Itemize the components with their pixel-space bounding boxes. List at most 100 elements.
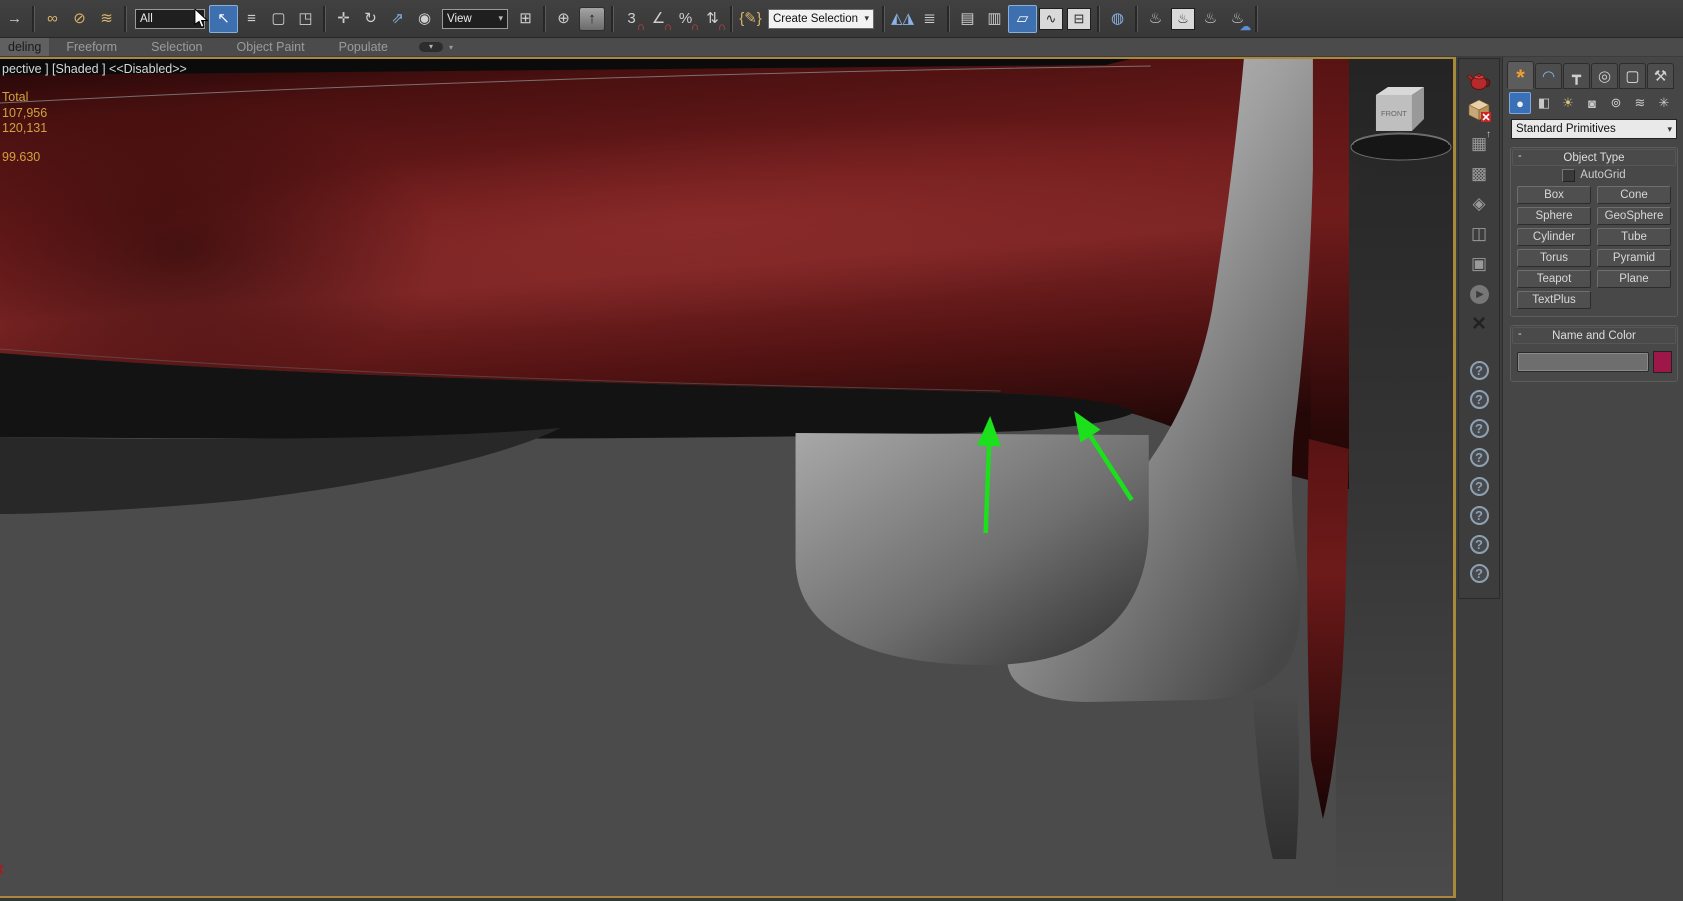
- render-setup-teapot-icon[interactable]: ♨: [1142, 6, 1169, 32]
- tab-create[interactable]: *: [1507, 61, 1534, 90]
- rectangular-selection-region-icon[interactable]: ▢: [265, 6, 292, 32]
- select-object-button[interactable]: ↖: [209, 4, 238, 33]
- select-by-name-icon[interactable]: ≡: [238, 6, 265, 32]
- cone-button[interactable]: Cone: [1597, 186, 1671, 204]
- angle-snap-icon[interactable]: ∠ ∩: [645, 6, 672, 32]
- split-panels-icon[interactable]: ◫: [1465, 219, 1493, 249]
- help-icon[interactable]: ?: [1469, 448, 1489, 467]
- viewport-label[interactable]: pective ] [Shaded ] <<Disabled>>: [2, 62, 187, 76]
- toolbar-separator: [611, 5, 614, 32]
- viewport-scene: FRONT X: [0, 59, 1453, 896]
- spinner-snap-icon[interactable]: ⇅ ∩: [699, 6, 726, 32]
- collapse-icon[interactable]: -: [1518, 328, 1522, 340]
- render-in-cloud-icon[interactable]: ♨ ☁: [1224, 6, 1251, 32]
- help-icon[interactable]: ?: [1469, 564, 1489, 583]
- snaps-toggle-3d-icon[interactable]: 3 ∩: [618, 6, 645, 32]
- pyramid-button[interactable]: Pyramid: [1597, 249, 1671, 267]
- percent-snap-icon[interactable]: % ∩: [672, 6, 699, 32]
- ribbon-tab-populate[interactable]: Populate: [322, 38, 405, 56]
- lattice-cube-icon[interactable]: ▣: [1465, 249, 1493, 279]
- material-editor-icon[interactable]: ◍: [1104, 6, 1131, 32]
- flyout-arrow-icon[interactable]: →: [1, 6, 28, 32]
- schematic-view-icon[interactable]: ⊟: [1067, 7, 1091, 30]
- ribbon-flyout-caret-icon[interactable]: ▾: [449, 43, 453, 52]
- layer-explorer-icon[interactable]: ▥: [981, 6, 1008, 32]
- ribbon-tab-selection[interactable]: Selection: [134, 38, 219, 56]
- category-systems[interactable]: ✳: [1653, 92, 1675, 114]
- keyboard-override-toggle-icon[interactable]: ↑: [579, 6, 605, 31]
- curve-editor-icon[interactable]: ∿: [1039, 7, 1063, 30]
- toolbar-separator: [543, 5, 546, 32]
- plane-button[interactable]: Plane: [1597, 270, 1671, 288]
- box-button[interactable]: Box: [1517, 186, 1591, 204]
- grid-up-icon[interactable]: ▦ ↑: [1465, 129, 1493, 159]
- window-crossing-toggle-icon[interactable]: ◳: [292, 6, 319, 32]
- select-and-link-icon[interactable]: ∞: [39, 6, 66, 32]
- teapot-button[interactable]: Teapot: [1517, 270, 1591, 288]
- rendered-frame-window-icon[interactable]: ♨: [1171, 7, 1195, 30]
- align-icon[interactable]: ≣: [916, 6, 943, 32]
- toggle-ribbon-icon[interactable]: ▱: [1008, 4, 1037, 33]
- tab-motion[interactable]: ◎: [1591, 63, 1618, 89]
- object-type-rollout-header[interactable]: - Object Type: [1512, 149, 1676, 166]
- bind-to-space-warp-icon[interactable]: ≋: [93, 6, 120, 32]
- geosphere-button[interactable]: GeoSphere: [1597, 207, 1671, 225]
- checker-region-icon[interactable]: ▩: [1465, 159, 1493, 189]
- ribbon-minimize-button[interactable]: ▾: [418, 42, 443, 52]
- object-name-field[interactable]: [1517, 352, 1649, 372]
- category-cameras[interactable]: ◙: [1581, 92, 1603, 114]
- object-color-swatch[interactable]: [1653, 351, 1672, 373]
- help-icon[interactable]: ?: [1469, 535, 1489, 554]
- category-geometry[interactable]: ●: [1509, 92, 1531, 114]
- textplus-button[interactable]: TextPlus: [1517, 291, 1591, 309]
- ribbon-tab-modeling[interactable]: deling: [0, 38, 50, 56]
- autogrid-checkbox[interactable]: [1562, 168, 1576, 182]
- tab-utilities[interactable]: ⚒: [1647, 63, 1674, 89]
- close-icon[interactable]: ×: [1465, 309, 1493, 339]
- torus-button[interactable]: Torus: [1517, 249, 1591, 267]
- cylinder-button[interactable]: Cylinder: [1517, 228, 1591, 246]
- help-icon[interactable]: ?: [1469, 361, 1489, 380]
- toolbar-separator: [730, 5, 733, 32]
- mirror-icon[interactable]: ◭◮: [889, 6, 916, 32]
- reference-coordinate-dropdown[interactable]: View ▾: [442, 8, 508, 29]
- use-pivot-point-center-icon[interactable]: ⊞: [512, 6, 539, 32]
- teapot-red-icon[interactable]: [1466, 69, 1492, 91]
- unlink-selection-icon[interactable]: ⊘: [66, 6, 93, 32]
- category-space-warps[interactable]: ≋: [1629, 92, 1651, 114]
- help-icon[interactable]: ?: [1469, 419, 1489, 438]
- collapse-icon[interactable]: -: [1518, 150, 1522, 162]
- tab-hierarchy[interactable]: ┳: [1563, 63, 1590, 89]
- primitives-dropdown[interactable]: Standard Primitives ▾: [1511, 119, 1677, 139]
- category-lights[interactable]: ☀: [1557, 92, 1579, 114]
- select-and-manipulate-icon[interactable]: ⊕: [550, 6, 577, 32]
- help-icon[interactable]: ?: [1469, 506, 1489, 525]
- scene-explorer-icon[interactable]: ▤: [954, 6, 981, 32]
- select-and-place-icon[interactable]: ◉: [411, 6, 438, 32]
- tab-display[interactable]: ▢: [1619, 63, 1646, 89]
- named-selection-sets-icon[interactable]: {✎}: [737, 6, 764, 32]
- ribbon-tab-object-paint[interactable]: Object Paint: [220, 38, 322, 56]
- tab-modify[interactable]: ◠: [1535, 63, 1562, 89]
- render-production-teapot-icon[interactable]: ♨: [1197, 6, 1224, 32]
- select-and-move-icon[interactable]: ✛: [330, 6, 357, 32]
- toolbar-separator: [124, 5, 127, 32]
- play-icon[interactable]: ▶: [1465, 279, 1493, 309]
- name-color-rollout-header[interactable]: - Name and Color: [1512, 327, 1676, 344]
- sphere-button[interactable]: Sphere: [1517, 207, 1591, 225]
- tube-button[interactable]: Tube: [1597, 228, 1671, 246]
- ribbon-tab-freeform[interactable]: Freeform: [49, 38, 134, 56]
- toolbar-separator: [32, 5, 35, 32]
- box-cancel-icon[interactable]: [1466, 97, 1492, 123]
- category-helpers[interactable]: ⊚: [1605, 92, 1627, 114]
- help-icon[interactable]: ?: [1469, 390, 1489, 409]
- help-icon[interactable]: ?: [1469, 477, 1489, 496]
- object-type-title: Object Type: [1563, 151, 1625, 164]
- layers-move-icon[interactable]: ◈: [1465, 189, 1493, 219]
- autogrid-label: AutoGrid: [1580, 169, 1626, 181]
- perspective-viewport[interactable]: FRONT X pective ] [Shaded ] <<Disabled>>…: [0, 57, 1456, 898]
- select-and-rotate-icon[interactable]: ↻: [357, 6, 384, 32]
- category-shapes[interactable]: ◧: [1533, 92, 1555, 114]
- create-selection-set-dropdown[interactable]: Create Selection Se ▾: [768, 8, 874, 29]
- select-and-scale-icon[interactable]: ⇗: [384, 6, 411, 32]
